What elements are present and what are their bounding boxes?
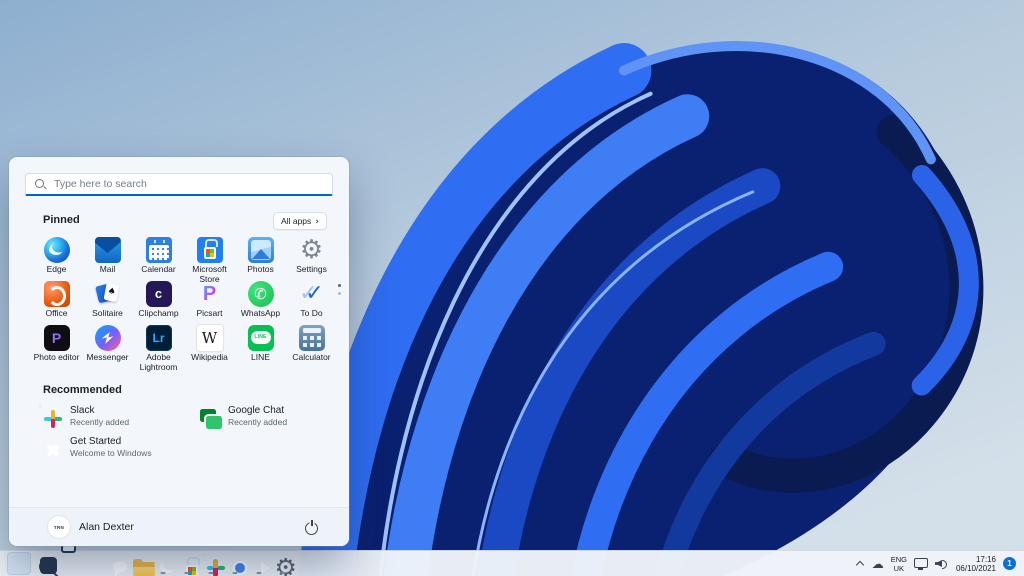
- power-icon[interactable]: [304, 519, 319, 535]
- desktop-screen: Pinned All apps Edge Mail Calendar Micro…: [0, 0, 1024, 576]
- start-menu-footer: TRN Alan Dexter: [9, 507, 349, 546]
- photo-editor-icon: [43, 325, 70, 351]
- pinned-app-picsart[interactable]: Picsart: [184, 281, 235, 325]
- taskbar-media-app-button[interactable]: [247, 552, 271, 575]
- edge-icon: [43, 237, 70, 263]
- search-icon: [34, 178, 46, 190]
- pinned-app-to-do[interactable]: To Do: [286, 281, 337, 325]
- tray-time: 17:16: [975, 554, 996, 564]
- pinned-app-calculator[interactable]: Calculator: [286, 325, 337, 369]
- pinned-page-indicator[interactable]: [338, 284, 341, 295]
- taskbar-settings-button[interactable]: [271, 552, 295, 575]
- mail-icon: [94, 237, 121, 263]
- start-search-box[interactable]: [25, 173, 333, 196]
- onedrive-cloud-icon[interactable]: [872, 558, 884, 570]
- pinned-app-calendar[interactable]: Calendar: [133, 237, 184, 281]
- calculator-icon: [298, 325, 325, 351]
- pinned-app-line[interactable]: LINE: [235, 325, 286, 369]
- pinned-app-whatsapp[interactable]: WhatsApp: [235, 281, 286, 325]
- pinned-section-header: Pinned: [43, 214, 80, 226]
- notification-badge[interactable]: 1: [1003, 557, 1016, 570]
- line-icon: [247, 325, 274, 351]
- tray-date: 06/10/2021: [955, 563, 996, 573]
- all-apps-button[interactable]: All apps: [273, 212, 327, 230]
- wikipedia-icon: [196, 325, 223, 351]
- volume-icon[interactable]: [935, 558, 949, 569]
- start-search-input[interactable]: [52, 177, 324, 191]
- system-tray: ENG UK 17:16 06/10/2021 1: [856, 555, 1024, 573]
- language-indicator[interactable]: ENG UK: [891, 555, 907, 573]
- pinned-app-settings[interactable]: Settings: [286, 237, 337, 281]
- tray-overflow-chevron-icon[interactable]: [856, 559, 865, 568]
- chevron-right-icon: [315, 216, 319, 226]
- calendar-icon: [145, 237, 172, 263]
- taskbar-store-button[interactable]: [175, 552, 199, 575]
- picsart-icon: [197, 281, 223, 307]
- office-icon: [43, 281, 70, 307]
- user-avatar[interactable]: TRN: [48, 516, 70, 538]
- recommended-item-get-started[interactable]: Get Started Welcome to Windows: [40, 436, 190, 458]
- messenger-icon: [94, 325, 121, 351]
- start-menu-panel: Pinned All apps Edge Mail Calendar Micro…: [9, 157, 349, 546]
- pinned-app-edge[interactable]: Edge: [31, 237, 82, 281]
- taskbar-slack-button[interactable]: [199, 552, 223, 575]
- widgets-button[interactable]: [79, 552, 103, 575]
- recommended-item-google-chat[interactable]: Google Chat Recently added: [198, 405, 348, 427]
- recommended-section-header: Recommended: [43, 384, 122, 396]
- solitaire-icon: [95, 281, 121, 307]
- pinned-app-clipchamp[interactable]: Clipchamp: [133, 281, 184, 325]
- page-dot[interactable]: [338, 292, 341, 295]
- start-button[interactable]: [7, 552, 31, 575]
- pinned-apps-grid: Edge Mail Calendar Microsoft Store Photo…: [31, 237, 337, 371]
- pinned-app-solitaire[interactable]: Solitaire: [82, 281, 133, 325]
- file-explorer-button[interactable]: [127, 552, 151, 575]
- network-icon[interactable]: [913, 557, 928, 570]
- pinned-app-adobe-lightroom[interactable]: Adobe Lightroom: [133, 325, 184, 371]
- adobe-lightroom-icon: [145, 325, 172, 351]
- recommended-item-slack[interactable]: Slack Recently added: [40, 405, 190, 427]
- photos-icon: [247, 237, 274, 263]
- pinned-app-mail[interactable]: Mail: [82, 237, 133, 281]
- page-dot-active[interactable]: [338, 284, 341, 287]
- clipchamp-icon: [145, 281, 172, 307]
- chat-button[interactable]: [103, 552, 127, 575]
- taskbar-edge-button[interactable]: [151, 552, 175, 575]
- pinned-app-photo-editor[interactable]: Photo editor: [31, 325, 82, 369]
- pinned-app-office[interactable]: Office: [31, 281, 82, 325]
- settings-gear-icon: [299, 237, 325, 263]
- clock[interactable]: 17:16 06/10/2021: [956, 555, 996, 573]
- pinned-app-photos[interactable]: Photos: [235, 237, 286, 281]
- to-do-check-icon: [296, 281, 328, 307]
- user-name[interactable]: Alan Dexter: [79, 521, 304, 533]
- microsoft-store-icon: [196, 237, 223, 263]
- pinned-app-microsoft-store[interactable]: Microsoft Store: [184, 237, 235, 283]
- whatsapp-icon: [247, 281, 274, 307]
- taskbar-chrome-button[interactable]: [223, 552, 247, 575]
- pinned-app-messenger[interactable]: Messenger: [82, 325, 133, 369]
- task-view-button[interactable]: [55, 552, 79, 575]
- taskbar-buttons: [0, 552, 295, 575]
- taskbar: ENG UK 17:16 06/10/2021 1: [0, 550, 1024, 576]
- all-apps-label: All apps: [281, 216, 312, 226]
- pinned-app-wikipedia[interactable]: Wikipedia: [184, 325, 235, 369]
